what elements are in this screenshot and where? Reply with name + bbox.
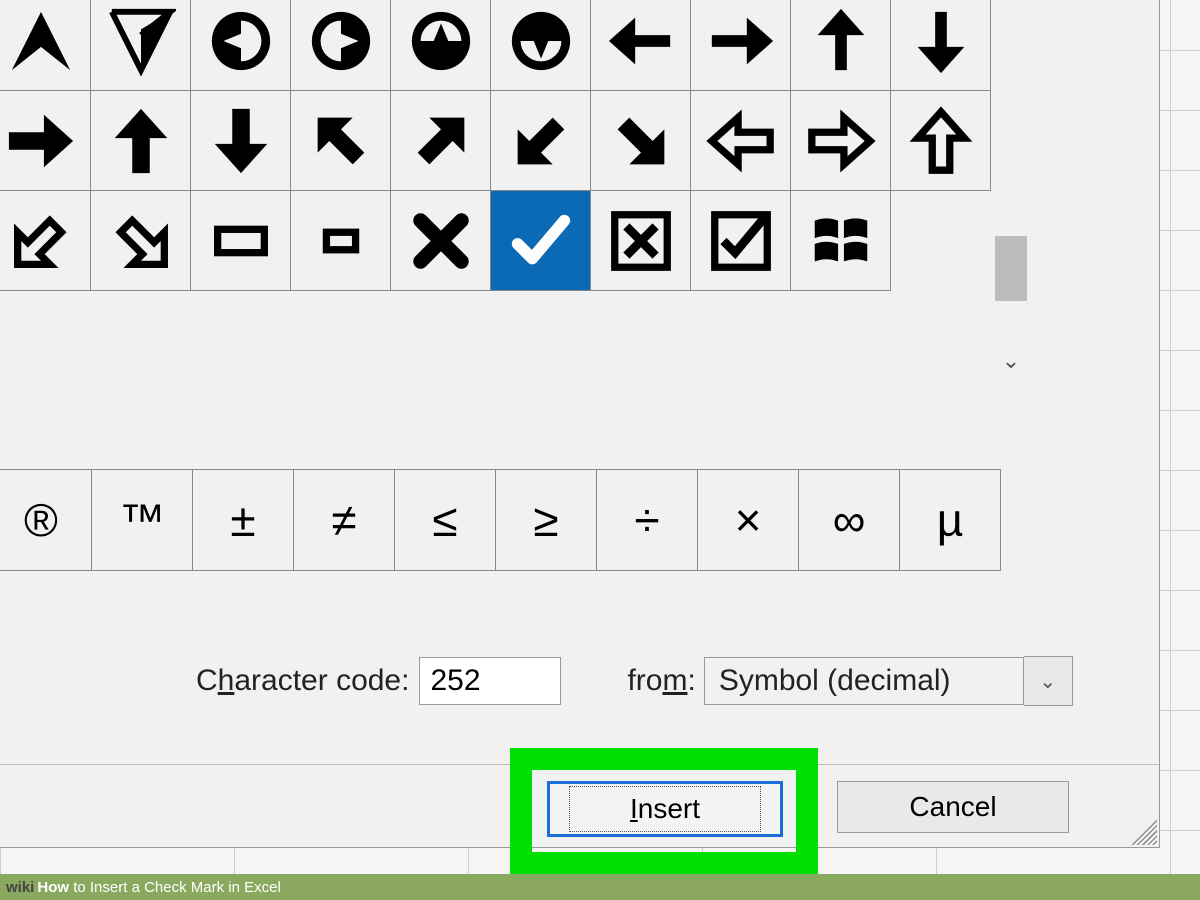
arrow-downleft-icon[interactable] bbox=[490, 90, 591, 191]
recent-symbol[interactable]: ™ bbox=[91, 469, 193, 571]
scrollbar-thumb[interactable] bbox=[995, 236, 1027, 301]
x-mark-icon[interactable] bbox=[390, 190, 491, 291]
wikihow-banner: wikiHow to Insert a Check Mark in Excel bbox=[0, 874, 1200, 900]
arrow-downleft-outline-icon[interactable] bbox=[0, 190, 91, 291]
triangle-down-icon[interactable] bbox=[90, 0, 191, 91]
dialog-button-bar: Insert Cancel bbox=[0, 764, 1159, 847]
scrollbar[interactable]: ⌄ bbox=[991, 0, 1031, 381]
character-code-row: Character code: from: Symbol (decimal) ⌄ bbox=[196, 656, 1073, 706]
arrow-downright-outline-icon[interactable] bbox=[90, 190, 191, 291]
from-label: from: bbox=[627, 664, 695, 698]
recent-symbol[interactable]: ≠ bbox=[293, 469, 395, 571]
insert-button[interactable]: Insert bbox=[547, 781, 783, 837]
boxed-check-icon[interactable] bbox=[690, 190, 791, 291]
arrow-upleft-icon[interactable] bbox=[290, 90, 391, 191]
boxed-x-icon[interactable] bbox=[590, 190, 691, 291]
scroll-down-button[interactable]: ⌄ bbox=[991, 341, 1031, 381]
circle-arrow-left-icon[interactable] bbox=[190, 0, 291, 91]
rect-outline-small-icon[interactable] bbox=[290, 190, 391, 291]
arrow-right-icon[interactable] bbox=[690, 0, 791, 91]
banner-site: wiki bbox=[6, 879, 34, 896]
resize-grip-icon[interactable] bbox=[1131, 819, 1157, 845]
recent-symbol[interactable]: ≤ bbox=[394, 469, 496, 571]
character-code-label: Character code: bbox=[196, 664, 409, 698]
cancel-button[interactable]: Cancel bbox=[837, 781, 1069, 833]
character-code-input[interactable] bbox=[419, 657, 561, 705]
recent-symbol[interactable]: ≥ bbox=[495, 469, 597, 571]
arrow-up-bold-icon[interactable] bbox=[90, 90, 191, 191]
arrow-up-icon[interactable] bbox=[790, 0, 891, 91]
triangle-up-icon[interactable] bbox=[0, 0, 91, 91]
arrow-down-bold-icon[interactable] bbox=[190, 90, 291, 191]
arrow-left-outline-icon[interactable] bbox=[690, 90, 791, 191]
banner-title: to Insert a Check Mark in Excel bbox=[73, 879, 281, 896]
recent-symbols-row: ® ™ ± ≠ ≤ ≥ ÷ × ∞ µ bbox=[0, 469, 1001, 571]
circle-arrow-down-icon[interactable] bbox=[490, 0, 591, 91]
arrow-right-outline-icon[interactable] bbox=[790, 90, 891, 191]
arrow-upright-icon[interactable] bbox=[390, 90, 491, 191]
circle-arrow-up-icon[interactable] bbox=[390, 0, 491, 91]
arrow-down-icon[interactable] bbox=[890, 0, 991, 91]
from-combobox[interactable]: Symbol (decimal) bbox=[704, 657, 1024, 705]
windows-logo-icon[interactable] bbox=[790, 190, 891, 291]
symbol-grid bbox=[0, 0, 991, 291]
recent-symbol[interactable]: ∞ bbox=[798, 469, 900, 571]
recent-symbol[interactable]: ÷ bbox=[596, 469, 698, 571]
check-mark-icon[interactable] bbox=[490, 190, 591, 291]
arrow-up-outline-icon[interactable] bbox=[890, 90, 991, 191]
recent-symbol[interactable]: × bbox=[697, 469, 799, 571]
circle-arrow-right-icon[interactable] bbox=[290, 0, 391, 91]
symbol-dialog: ⌄ ® ™ ± ≠ ≤ ≥ ÷ × ∞ µ Character code: fr… bbox=[0, 0, 1160, 848]
recent-symbol[interactable]: ± bbox=[192, 469, 294, 571]
chevron-down-icon[interactable]: ⌄ bbox=[1024, 656, 1073, 706]
rect-outline-icon[interactable] bbox=[190, 190, 291, 291]
arrow-right-bold-icon[interactable] bbox=[0, 90, 91, 191]
arrow-downright-icon[interactable] bbox=[590, 90, 691, 191]
arrow-left-icon[interactable] bbox=[590, 0, 691, 91]
recent-symbol[interactable]: µ bbox=[899, 469, 1001, 571]
recent-symbol[interactable]: ® bbox=[0, 469, 92, 571]
